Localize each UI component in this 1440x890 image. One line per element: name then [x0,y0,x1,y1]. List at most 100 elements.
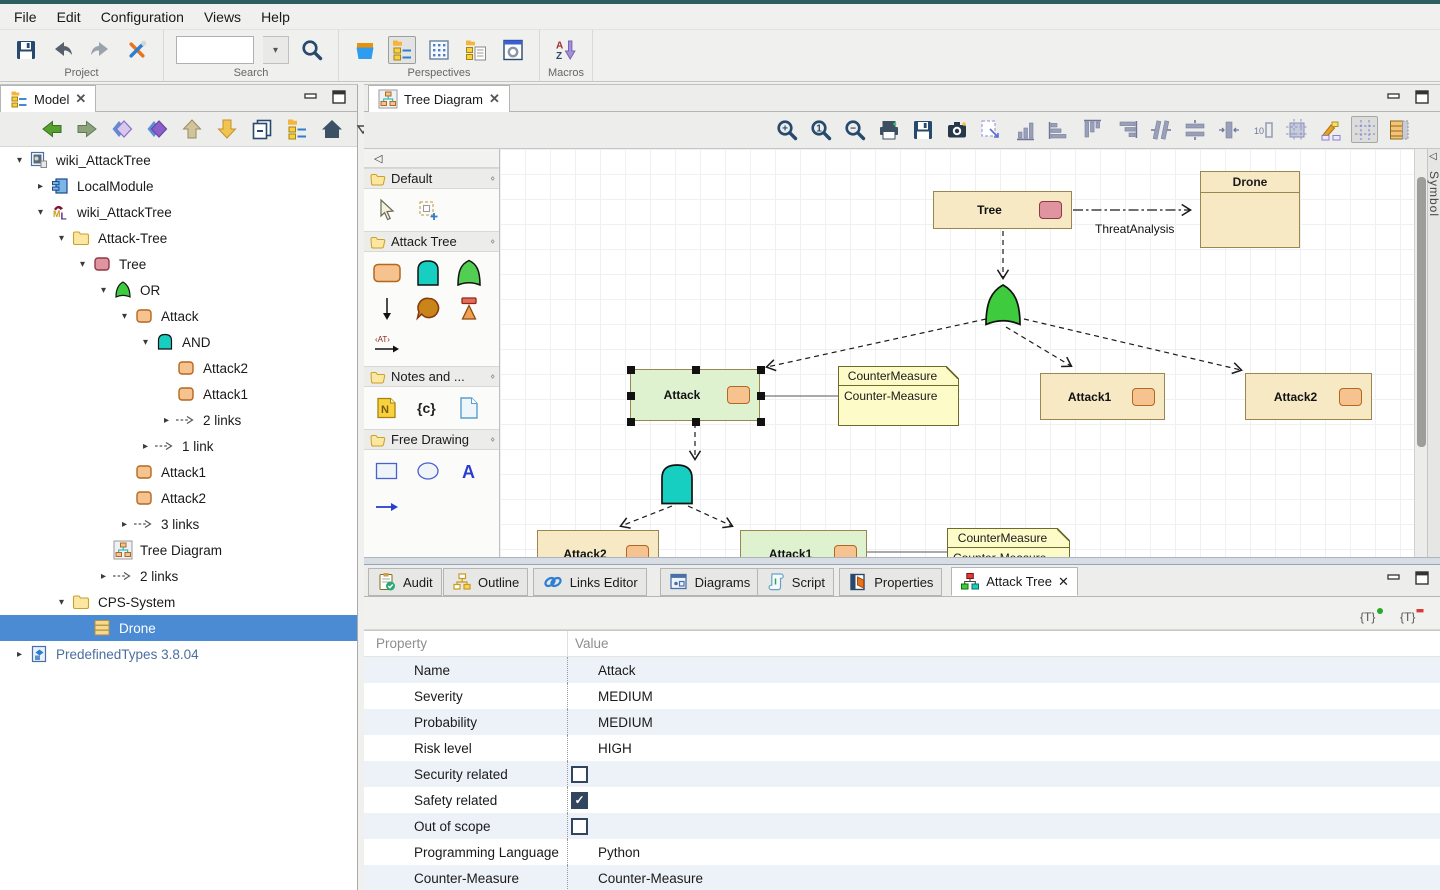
timer-tool[interactable] [448,291,489,327]
minimize-icon[interactable] [303,90,319,104]
tree-item-predefinedtypes-3-8-04[interactable]: ▸PredefinedTypes 3.8.04 [0,641,357,667]
symbol-library-icon[interactable] [1385,116,1412,143]
attack-link-tool[interactable]: ‹AT› [366,327,407,363]
print-icon[interactable] [875,116,902,143]
zoom-in-icon[interactable]: + [773,116,800,143]
prev-diagram-icon[interactable] [110,115,134,143]
diagram-node-drone[interactable]: Drone [1200,171,1300,248]
symbol-panel-collapsed[interactable]: ◁ Symbol [1427,149,1440,557]
close-icon[interactable]: ✕ [1058,574,1069,590]
diagram-node-attack1[interactable]: Attack1 [1040,373,1165,420]
tree-expand-icon[interactable]: ▾ [94,285,113,296]
tree-expand-icon[interactable]: ▾ [73,259,92,270]
menu-configuration[interactable]: Configuration [91,6,194,28]
palette-section-default[interactable]: Default‹› [364,168,499,189]
diagram-node-attack2-sub[interactable]: Attack2 [537,530,659,557]
move-down-icon[interactable] [215,115,239,143]
align-right-icon[interactable] [1113,116,1140,143]
arrow-tool[interactable] [366,489,407,525]
tree-item-wiki-attacktree[interactable]: ▾wiki_AttackTree [0,147,357,173]
expand-symbol-icon[interactable]: ◁ [1429,151,1437,162]
cursor-tool[interactable] [366,192,407,228]
tree-expand-icon[interactable]: ▾ [52,597,71,608]
duplicate-icon[interactable] [250,115,274,143]
diagram-node-and-gate[interactable] [659,463,695,505]
align-bottom-icon[interactable] [1079,116,1106,143]
tab-diagrams[interactable]: Diagrams [660,568,760,596]
countermeasure-tool[interactable] [407,291,448,327]
resize-height-icon[interactable]: 10 [1249,116,1276,143]
selection-handle[interactable] [757,392,765,400]
property-row-security-related[interactable]: Security related [364,761,1440,787]
selection-handle[interactable] [692,418,700,426]
collapse-section-icon[interactable]: ‹› [490,236,493,247]
maximize-icon[interactable] [331,90,347,104]
tree-item-attack[interactable]: ▾Attack [0,303,357,329]
palette-section-free-drawing[interactable]: Free Drawing‹› [364,429,499,450]
back-icon[interactable] [40,115,64,143]
window-perspective-icon[interactable] [499,36,527,64]
save-icon[interactable] [12,36,40,64]
selection-handle[interactable] [627,418,635,426]
tab-model[interactable]: Model ✕ [0,85,96,112]
search-icon[interactable] [298,36,326,64]
tree-expand-icon[interactable]: ▸ [115,519,134,530]
save-diagram-icon[interactable] [909,116,936,143]
tree-item-2-links[interactable]: ▸2 links [0,563,357,589]
tree-item-2-links[interactable]: ▸2 links [0,407,357,433]
remove-attribute-icon[interactable]: {T} [1398,602,1426,630]
resize-width-icon[interactable] [1215,116,1242,143]
design-perspective-icon[interactable] [351,36,379,64]
tab-properties[interactable]: Properties [839,568,942,596]
collapse-section-icon[interactable]: ‹› [490,371,493,382]
tools-icon[interactable] [123,36,151,64]
selection-handle[interactable] [757,418,765,426]
minimize-icon[interactable] [1386,90,1402,104]
crop-icon[interactable] [1283,116,1310,143]
diagram-node-attack2[interactable]: Attack2 [1245,373,1372,420]
redo-icon[interactable] [86,36,114,64]
close-icon[interactable]: ✕ [489,91,500,107]
menu-help[interactable]: Help [251,6,300,28]
property-row-counter-measure[interactable]: Counter-MeasureCounter-Measure [364,865,1440,890]
tree-expand-icon[interactable]: ▾ [136,337,155,348]
property-row-out-of-scope[interactable]: Out of scope [364,813,1440,839]
scrollbar-thumb[interactable] [1417,177,1426,447]
home-icon[interactable] [320,115,344,143]
forward-icon[interactable] [75,115,99,143]
canvas-vertical-scrollbar[interactable] [1414,149,1427,557]
tree-item-wiki-attacktree[interactable]: ▾MLwiki_AttackTree [0,199,357,225]
tree-item-attack1[interactable]: Attack1 [0,381,357,407]
selection-handle[interactable] [627,392,635,400]
align-left-icon[interactable] [1045,116,1072,143]
tab-audit[interactable]: Audit [368,568,442,596]
menu-edit[interactable]: Edit [47,6,91,28]
search-input[interactable] [176,36,254,64]
diagram-node-attack1-sub[interactable]: Attack1 [740,530,867,557]
property-row-name[interactable]: NameAttack [364,657,1440,683]
diagram-canvas[interactable]: ThreatAnalysisTreeDroneAttackCounterMeas… [500,149,1414,557]
tree-item-attack-tree[interactable]: ▾Attack-Tree [0,225,357,251]
tree-item-attack1[interactable]: Attack1 [0,459,357,485]
tree-item-1-link[interactable]: ▸1 link [0,433,357,459]
tree-expand-icon[interactable]: ▾ [115,311,134,322]
grid-icon[interactable] [1351,116,1378,143]
tree-item-3-links[interactable]: ▸3 links [0,511,357,537]
multi-select-tool[interactable] [407,192,448,228]
text-tool[interactable]: A [448,453,489,489]
search-dropdown-button[interactable]: ▾ [263,36,289,64]
distribute-vertical-icon[interactable] [1181,116,1208,143]
diagram-node-or-gate[interactable] [983,284,1023,326]
tree-view-icon[interactable] [285,115,309,143]
tab-links-editor[interactable]: Links Editor [533,568,647,596]
or-gate-tool[interactable] [448,255,489,291]
property-row-probability[interactable]: ProbabilityMEDIUM [364,709,1440,735]
horizontal-splitter[interactable] [364,557,1440,565]
property-row-programming-language[interactable]: Programming LanguagePython [364,839,1440,865]
model-perspective-icon[interactable] [388,36,416,64]
tab-tree-diagram[interactable]: Tree Diagram ✕ [368,85,510,112]
selection-handle[interactable] [757,366,765,374]
maximize-icon[interactable] [1414,571,1430,585]
tree-item-attack2[interactable]: Attack2 [0,485,357,511]
document-tool[interactable] [448,390,489,426]
